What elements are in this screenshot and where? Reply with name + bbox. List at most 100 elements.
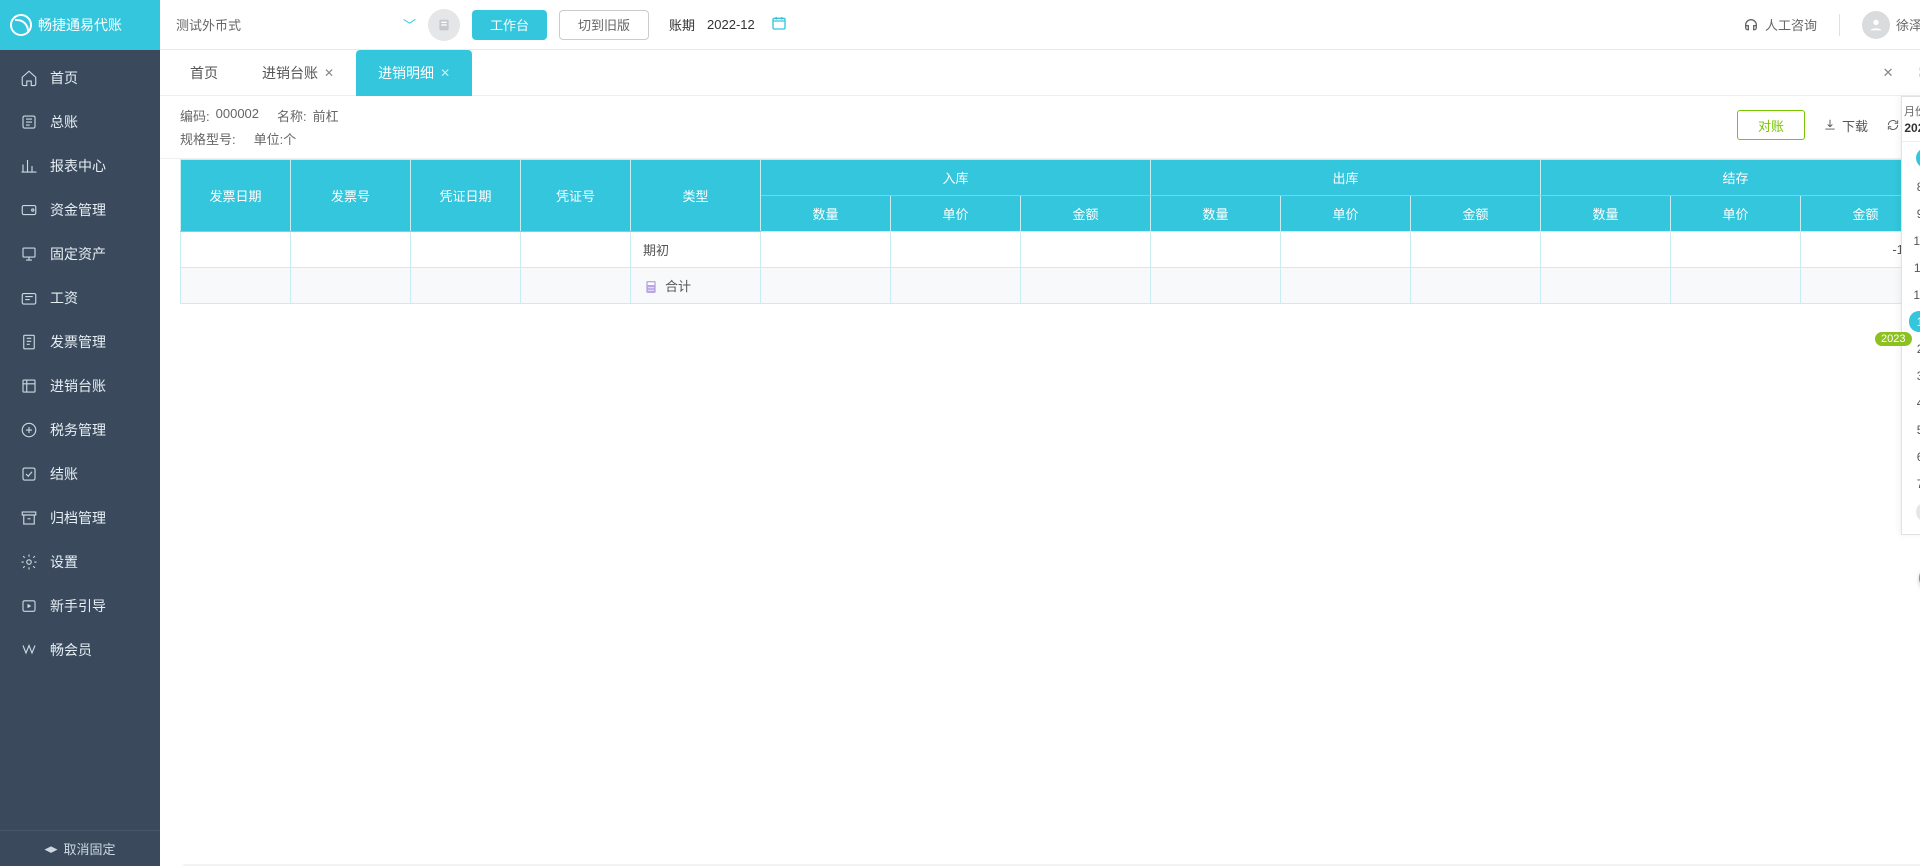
col-in: 入库 [761, 160, 1151, 196]
cell-bal-price [1671, 232, 1801, 268]
sidebar-item-home[interactable]: 首页 [0, 56, 160, 100]
month-item[interactable]: 6月 [1909, 446, 1920, 467]
month-list: 8月9月10月11月12月1月20232月3月4月5月6月7月 [1909, 174, 1920, 496]
header-bar: 测试外币式 ﹀ 工作台 切到旧版 账期 2022-12 人工咨询 [160, 0, 1920, 50]
user-name: 徐泽华 [1896, 15, 1920, 34]
sidebar-item-label: 报表中心 [50, 156, 106, 176]
download-label: 下载 [1842, 116, 1868, 135]
company-select[interactable]: 测试外币式 ﹀ [176, 15, 416, 34]
chart-icon [20, 157, 38, 175]
sidebar-item-closing[interactable]: 结账 [0, 452, 160, 496]
user-menu[interactable]: 徐泽华 [1862, 11, 1920, 39]
support-label: 人工咨询 [1765, 15, 1817, 34]
chevron-down-icon: ﹀ [403, 15, 416, 34]
col-bal-price: 单价 [1671, 196, 1801, 232]
sidebar-item-salary[interactable]: 工资 [0, 276, 160, 320]
month-item[interactable]: 2月 [1909, 338, 1920, 359]
month-item[interactable]: 1月 [1909, 311, 1920, 332]
sidebar-item-vip[interactable]: 畅会员 [0, 628, 160, 672]
sidebar-item-settings[interactable]: 设置 [0, 540, 160, 584]
ledger-icon [20, 113, 38, 131]
vip-icon [20, 641, 38, 659]
col-type: 类型 [631, 160, 761, 232]
sidebar-item-asset[interactable]: 固定资产 [0, 232, 160, 276]
month-item[interactable]: 11月 [1909, 257, 1920, 278]
tab-首页[interactable]: 首页 [168, 50, 240, 96]
support-link[interactable]: 人工咨询 [1743, 15, 1817, 34]
col-in-qty: 数量 [761, 196, 891, 232]
sidebar-item-label: 首页 [50, 68, 78, 88]
workbench-button[interactable]: 工作台 [472, 10, 547, 40]
month-item[interactable]: 5月 [1909, 419, 1920, 440]
pin-icon: ◂▸ [44, 841, 57, 857]
close-all-tabs-icon[interactable]: ✕ [1877, 62, 1899, 84]
month-item[interactable]: 3月 [1909, 365, 1920, 386]
col-in-amount: 金额 [1021, 196, 1151, 232]
salary-icon [20, 289, 38, 307]
cell-in-amount [1021, 232, 1151, 268]
sidebar-item-label: 畅会员 [50, 640, 92, 660]
table-row: 期初-111. [181, 232, 1920, 268]
period-value[interactable]: 2022-12 [707, 17, 755, 32]
book-icon-button[interactable] [428, 9, 460, 41]
reconcile-button[interactable]: 对账 [1737, 110, 1805, 140]
tab-进销明细[interactable]: 进销明细✕ [356, 50, 472, 96]
sidebar-item-guide[interactable]: 新手引导 [0, 584, 160, 628]
month-item[interactable]: 10月 [1909, 230, 1920, 251]
month-item[interactable]: 12月 [1909, 284, 1920, 305]
closing-icon [20, 465, 38, 483]
brand-name: 畅捷通易代账 [38, 15, 122, 35]
sidebar-pin-toggle[interactable]: ◂▸ 取消固定 [0, 830, 160, 866]
sidebar-item-label: 归档管理 [50, 508, 106, 528]
sidebar-item-tax[interactable]: 税务管理 [0, 408, 160, 452]
col-balance: 结存 [1541, 160, 1920, 196]
fullscreen-icon[interactable]: ⛶ [1913, 62, 1920, 84]
cell-out-qty [1151, 232, 1281, 268]
month-item[interactable]: 9月 [1909, 203, 1920, 224]
cell-in-qty [761, 232, 891, 268]
sidebar-item-archive[interactable]: 归档管理 [0, 496, 160, 540]
col-out-qty: 数量 [1151, 196, 1281, 232]
sidebar-item-stock[interactable]: 进销台账 [0, 364, 160, 408]
month-panel-title: 月份选择 [1902, 97, 1920, 121]
sidebar-item-invoice[interactable]: 发票管理 [0, 320, 160, 364]
col-out-amount: 金额 [1411, 196, 1541, 232]
sidebar-item-wallet[interactable]: 资金管理 [0, 188, 160, 232]
cell-in-amount [1021, 268, 1151, 304]
month-scroll-down-icon[interactable]: ﹀ [1916, 502, 1920, 522]
detail-toolbar: 编码: 000002 名称: 前杠 规格型号: 单位:个 对账 下载 [160, 96, 1920, 159]
month-item[interactable]: 7月 [1909, 473, 1920, 494]
cell-out-amount [1411, 268, 1541, 304]
calculator-icon [643, 279, 659, 295]
sidebar-item-label: 总账 [50, 112, 78, 132]
header-divider [1839, 14, 1840, 36]
cell-invoice-date [181, 268, 291, 304]
tab-进销台账[interactable]: 进销台账✕ [240, 50, 356, 96]
month-selector-panel: 月份选择 2023.01 ︿ 8月9月10月11月12月1月20232月3月4月… [1901, 96, 1920, 535]
download-link[interactable]: 下载 [1823, 116, 1868, 135]
sidebar-item-ledger[interactable]: 总账 [0, 100, 160, 144]
month-item[interactable]: 8月 [1909, 176, 1920, 197]
period-label: 账期 [669, 15, 695, 34]
brand-logo: 畅捷通易代账 [0, 0, 160, 50]
wallet-icon [20, 201, 38, 219]
month-scroll-up-icon[interactable]: ︿ [1916, 148, 1920, 168]
calendar-icon[interactable] [771, 15, 787, 34]
cell-out-price [1281, 232, 1411, 268]
cell-out-amount [1411, 232, 1541, 268]
item-code-value: 000002 [216, 106, 259, 125]
cell-voucher-no [521, 232, 631, 268]
col-invoice-no: 发票号 [291, 160, 411, 232]
close-icon[interactable]: ✕ [440, 66, 450, 80]
month-item[interactable]: 4月 [1909, 392, 1920, 413]
help-bubble[interactable] [1915, 566, 1920, 626]
tax-icon [20, 421, 38, 439]
col-out-price: 单价 [1281, 196, 1411, 232]
table-row: 合计 [181, 268, 1920, 304]
item-code-label: 编码: [180, 106, 210, 125]
sidebar-item-chart[interactable]: 报表中心 [0, 144, 160, 188]
close-icon[interactable]: ✕ [324, 66, 334, 80]
col-out: 出库 [1151, 160, 1541, 196]
item-info: 编码: 000002 名称: 前杠 规格型号: 单位:个 [180, 106, 339, 148]
switch-old-button[interactable]: 切到旧版 [559, 10, 649, 40]
